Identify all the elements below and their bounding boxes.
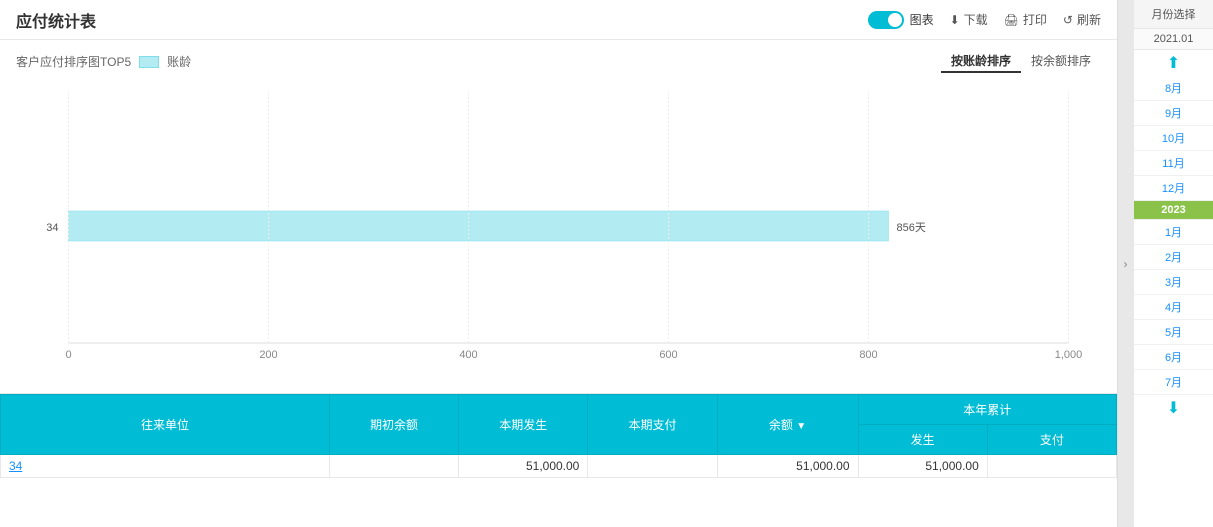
print-icon: 🖨 xyxy=(1004,13,1019,27)
download-icon: ⬇ xyxy=(950,13,960,27)
svg-text:800: 800 xyxy=(859,349,877,361)
chevron-down-icon: ⬇ xyxy=(1167,400,1180,417)
cell-balance: 51,000.00 xyxy=(717,455,858,478)
svg-text:34: 34 xyxy=(46,222,58,234)
legend-label: 账龄 xyxy=(167,53,191,70)
sidebar-month-4[interactable]: 4月 xyxy=(1134,295,1213,320)
col-year-pay: 支付 xyxy=(987,425,1116,455)
col-opening-balance: 期初余额 xyxy=(329,395,458,455)
chart-header: 客户应付排序图TOP5 账龄 按账龄排序 按余额排序 xyxy=(0,40,1117,73)
sort-tab-balance[interactable]: 按余额排序 xyxy=(1021,50,1101,73)
sidebar-year-2023[interactable]: 2023 xyxy=(1134,201,1213,220)
chart-svg-container: 34 856天 0 200 400 600 800 1,000 xyxy=(0,73,1117,393)
col-balance: 余额 ▼ xyxy=(717,395,858,455)
col-current-occur: 本期发生 xyxy=(459,395,588,455)
svg-text:0: 0 xyxy=(65,349,71,361)
chart-toggle-label: 图表 xyxy=(910,11,934,28)
sidebar-month-10[interactable]: 10月 xyxy=(1134,126,1213,151)
sidebar-month-11[interactable]: 11月 xyxy=(1134,151,1213,176)
sidebar-month-8[interactable]: 8月 xyxy=(1134,76,1213,101)
chart-area: 客户应付排序图TOP5 账龄 按账龄排序 按余额排序 34 856天 xyxy=(0,40,1117,527)
cell-year-occur: 51,000.00 xyxy=(858,455,987,478)
unit-link[interactable]: 34 xyxy=(9,459,22,473)
sidebar-scroll-down[interactable]: ⬇ xyxy=(1134,395,1213,421)
page-title: 应付统计表 xyxy=(16,8,96,32)
cell-opening-balance xyxy=(329,455,458,478)
bar-chart: 34 856天 0 200 400 600 800 1,000 xyxy=(16,83,1101,363)
print-button[interactable]: 🖨 打印 xyxy=(1004,11,1047,28)
right-sidebar: 月份选择 2021.01 ⬆ 8月 9月 10月 11月 12月 2023 1月… xyxy=(1133,0,1213,527)
sidebar-month-6[interactable]: 6月 xyxy=(1134,345,1213,370)
col-current-pay: 本期支付 xyxy=(588,395,717,455)
col-from-unit: 往来单位 xyxy=(1,395,330,455)
sidebar-month-3[interactable]: 3月 xyxy=(1134,270,1213,295)
sidebar-month-9[interactable]: 9月 xyxy=(1134,101,1213,126)
legend-title: 客户应付排序图TOP5 xyxy=(16,53,131,70)
col-year-occur: 发生 xyxy=(858,425,987,455)
table-row: 34 51,000.00 51,000.00 51,000.00 xyxy=(1,455,1117,478)
sidebar-month-7[interactable]: 7月 xyxy=(1134,370,1213,395)
balance-sort-icon: ▼ xyxy=(796,421,806,432)
collapse-icon: › xyxy=(1124,257,1128,271)
cell-unit: 34 xyxy=(1,455,330,478)
sidebar-month-1[interactable]: 1月 xyxy=(1134,220,1213,245)
legend-box xyxy=(139,56,159,68)
cell-current-occur: 51,000.00 xyxy=(459,455,588,478)
svg-text:200: 200 xyxy=(259,349,277,361)
cell-year-pay xyxy=(987,455,1116,478)
sidebar-scroll-up[interactable]: ⬆ xyxy=(1134,50,1213,76)
sidebar-month-5[interactable]: 5月 xyxy=(1134,320,1213,345)
cell-current-pay xyxy=(588,455,717,478)
refresh-icon: ↺ xyxy=(1063,13,1073,27)
download-button[interactable]: ⬇ 下载 xyxy=(950,11,988,28)
chart-toggle-wrap[interactable]: 图表 xyxy=(868,11,934,29)
header-actions: 图表 ⬇ 下载 🖨 打印 ↺ 刷新 xyxy=(868,11,1101,29)
sort-tab-age[interactable]: 按账龄排序 xyxy=(941,50,1021,73)
app-header: 应付统计表 图表 ⬇ 下载 🖨 打印 ↺ 刷新 xyxy=(0,0,1117,40)
chart-toggle[interactable] xyxy=(868,11,904,29)
svg-text:856天: 856天 xyxy=(897,222,926,234)
data-table: 往来单位 期初余额 本期发生 本期支付 余额 ▼ 本年累计 发生 xyxy=(0,394,1117,478)
svg-text:600: 600 xyxy=(659,349,677,361)
chevron-up-icon: ⬆ xyxy=(1167,55,1180,72)
svg-text:400: 400 xyxy=(459,349,477,361)
sort-tabs: 按账龄排序 按余额排序 xyxy=(941,50,1101,73)
collapse-button[interactable]: › xyxy=(1117,0,1133,527)
chart-legend: 客户应付排序图TOP5 账龄 xyxy=(16,53,191,70)
table-area: 往来单位 期初余额 本期发生 本期支付 余额 ▼ 本年累计 发生 xyxy=(0,393,1117,478)
sidebar-current-period[interactable]: 2021.01 xyxy=(1134,29,1213,50)
sidebar-month-2[interactable]: 2月 xyxy=(1134,245,1213,270)
svg-text:1,000: 1,000 xyxy=(1055,349,1083,361)
refresh-button[interactable]: ↺ 刷新 xyxy=(1063,11,1101,28)
col-year-total: 本年累计 xyxy=(858,395,1116,425)
sidebar-month-12[interactable]: 12月 xyxy=(1134,176,1213,201)
sidebar-month-header: 月份选择 xyxy=(1134,0,1213,29)
